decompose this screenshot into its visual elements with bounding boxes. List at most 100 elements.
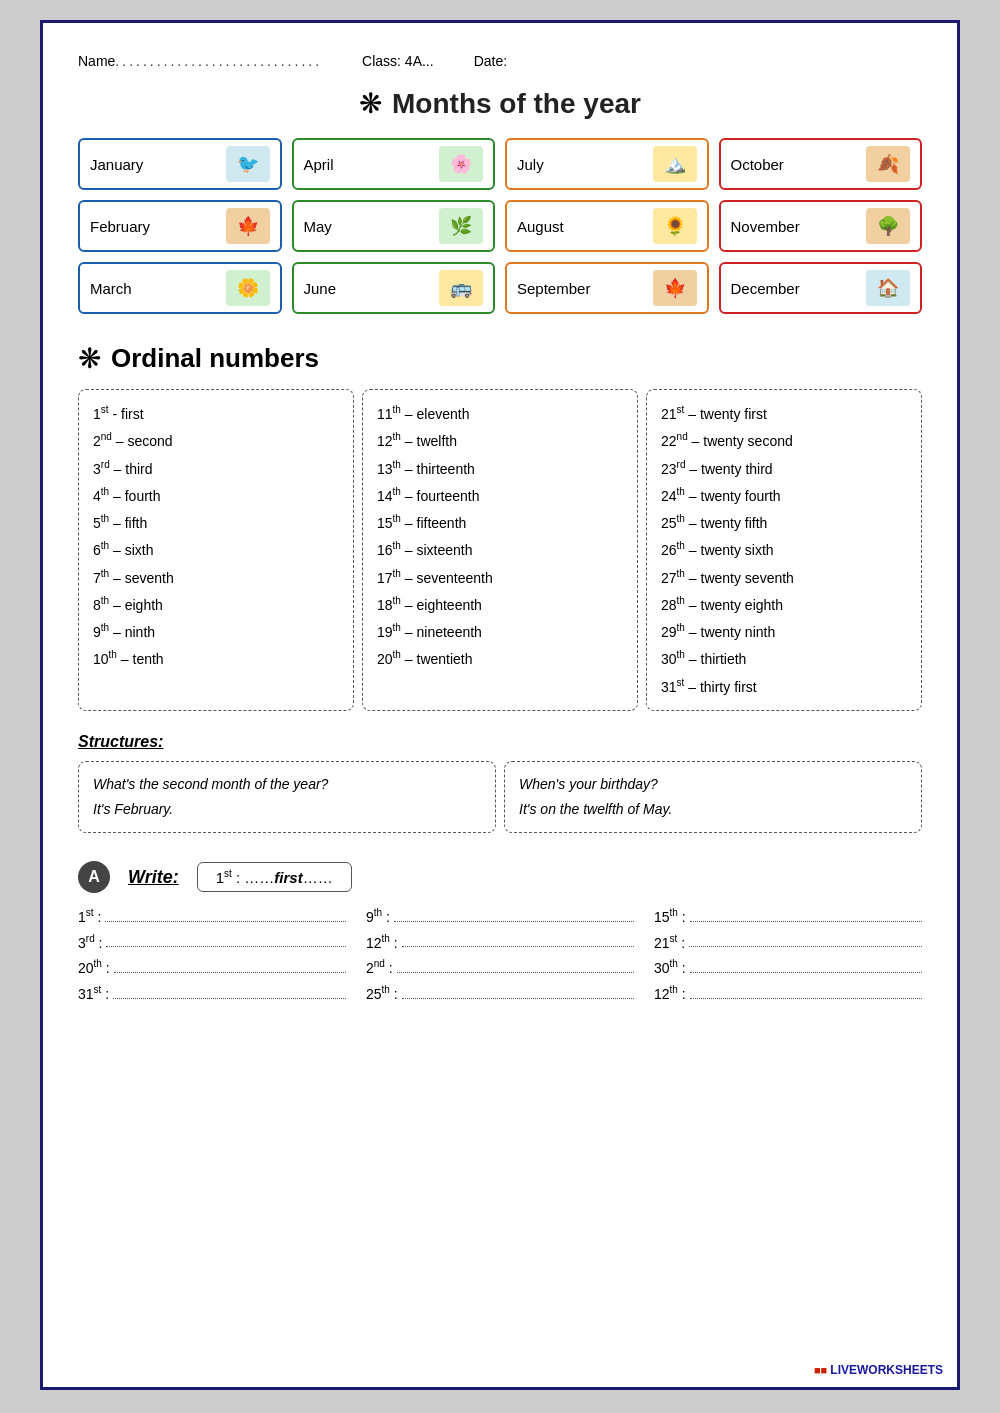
ordinal-item: 30th – thirtieth xyxy=(661,645,907,672)
ordinal-col-3: 21st – twenty first 22nd – twenty second… xyxy=(646,389,922,711)
month-name: March xyxy=(90,280,132,297)
months-grid: January 🐦 April 🌸 July 🏔️ October 🍂 Febr… xyxy=(78,138,922,314)
month-september: September 🍁 xyxy=(505,262,709,314)
month-image: 🍁 xyxy=(653,270,697,306)
ordinal-item: 24th – twenty fourth xyxy=(661,482,907,509)
months-title-row: ❋ Months of the year xyxy=(78,87,922,120)
month-april: April 🌸 xyxy=(292,138,496,190)
write-col-1: 1st : 3rd : 20th : 31st : xyxy=(78,907,346,1010)
structures-boxes: What's the second month of the year? It'… xyxy=(78,761,922,833)
ordinal-item: 8th – eighth xyxy=(93,591,339,618)
write-header: A Write: 1st : ……first…… xyxy=(78,861,922,893)
ordinal-item: 23rd – twenty third xyxy=(661,455,907,482)
section-marker: A xyxy=(78,861,110,893)
ordinal-item: 18th – eighteenth xyxy=(377,591,623,618)
structures-label: Structures: xyxy=(78,733,922,751)
struct2-question: When's your birthday? xyxy=(519,772,907,797)
ordinal-item: 6th – sixth xyxy=(93,536,339,563)
month-june: June 🚌 xyxy=(292,262,496,314)
month-november: November 🌳 xyxy=(719,200,923,252)
write-rows: 1st : 3rd : 20th : 31st : xyxy=(78,907,922,1010)
write-item: 1st : xyxy=(78,907,346,925)
month-march: March 🌼 xyxy=(78,262,282,314)
ordinal-title: Ordinal numbers xyxy=(111,343,319,374)
class-label: Class: 4A... xyxy=(362,53,434,69)
write-item: 21st : xyxy=(654,933,922,951)
structure-box-2: When's your birthday? It's on the twelft… xyxy=(504,761,922,833)
ordinal-item: 31st – thirty first xyxy=(661,673,907,700)
struct1-question: What's the second month of the year? xyxy=(93,772,481,797)
ordinal-item: 4th – fourth xyxy=(93,482,339,509)
month-image: 🍂 xyxy=(866,146,910,182)
struct1-answer: It's February. xyxy=(93,797,481,822)
month-name: September xyxy=(517,280,590,297)
write-item: 25th : xyxy=(366,984,634,1002)
flower-icon-2: ❋ xyxy=(78,342,101,375)
ordinal-col-2: 11th – eleventh 12th – twelfth 13th – th… xyxy=(362,389,638,711)
month-name: May xyxy=(304,218,332,235)
month-image: 🏔️ xyxy=(653,146,697,182)
month-image: 🌿 xyxy=(439,208,483,244)
ordinal-item: 1st - first xyxy=(93,400,339,427)
month-name: February xyxy=(90,218,150,235)
month-february: February 🍁 xyxy=(78,200,282,252)
ordinal-col-1: 1st - first 2nd – second 3rd – third 4th… xyxy=(78,389,354,711)
ordinal-grid: 1st - first 2nd – second 3rd – third 4th… xyxy=(78,389,922,711)
ordinal-item: 26th – twenty sixth xyxy=(661,536,907,563)
flower-icon: ❋ xyxy=(359,87,382,120)
write-item: 3rd : xyxy=(78,933,346,951)
month-name: April xyxy=(304,156,334,173)
month-october: October 🍂 xyxy=(719,138,923,190)
month-name: July xyxy=(517,156,544,173)
write-col-2: 9th : 12th : 2nd : 25th : xyxy=(366,907,634,1010)
structure-box-1: What's the second month of the year? It'… xyxy=(78,761,496,833)
ordinal-item: 11th – eleventh xyxy=(377,400,623,427)
month-image: 🌼 xyxy=(226,270,270,306)
month-name: January xyxy=(90,156,143,173)
ordinal-item: 21st – twenty first xyxy=(661,400,907,427)
write-item: 9th : xyxy=(366,907,634,925)
months-title: Months of the year xyxy=(392,88,641,120)
write-item: 30th : xyxy=(654,958,922,976)
month-name: June xyxy=(304,280,337,297)
write-item: 2nd : xyxy=(366,958,634,976)
example-box: 1st : ……first…… xyxy=(197,862,352,892)
lw-logo: ■■ LIVEWORKSHEETS xyxy=(814,1363,943,1377)
month-image: 🌻 xyxy=(653,208,697,244)
ordinal-item: 27th – twenty seventh xyxy=(661,564,907,591)
struct2-answer: It's on the twelfth of May. xyxy=(519,797,907,822)
ordinal-item: 15th – fifteenth xyxy=(377,509,623,536)
write-col-3: 15th : 21st : 30th : 12th : xyxy=(654,907,922,1010)
month-name: November xyxy=(731,218,800,235)
ordinal-item: 25th – twenty fifth xyxy=(661,509,907,536)
date-label: Date: xyxy=(474,53,507,69)
write-item: 31st : xyxy=(78,984,346,1002)
month-image: 🚌 xyxy=(439,270,483,306)
ordinal-item: 2nd – second xyxy=(93,427,339,454)
month-image: 🌳 xyxy=(866,208,910,244)
ordinal-item: 20th – twentieth xyxy=(377,645,623,672)
ordinal-item: 17th – seventeenth xyxy=(377,564,623,591)
month-image: 🏠 xyxy=(866,270,910,306)
ordinal-item: 3rd – third xyxy=(93,455,339,482)
month-may: May 🌿 xyxy=(292,200,496,252)
footer: ■■ LIVEWORKSHEETS xyxy=(814,1363,943,1377)
month-image: 🍁 xyxy=(226,208,270,244)
write-item: 12th : xyxy=(366,933,634,951)
ordinal-item: 10th – tenth xyxy=(93,645,339,672)
ordinal-item: 16th – sixteenth xyxy=(377,536,623,563)
ordinal-item: 28th – twenty eighth xyxy=(661,591,907,618)
month-image: 🌸 xyxy=(439,146,483,182)
ordinal-item: 29th – twenty ninth xyxy=(661,618,907,645)
ordinal-item: 13th – thirteenth xyxy=(377,455,623,482)
ordinal-item: 7th – seventh xyxy=(93,564,339,591)
ordinal-item: 12th – twelfth xyxy=(377,427,623,454)
header: Name.............................. Class… xyxy=(78,53,922,69)
month-january: January 🐦 xyxy=(78,138,282,190)
ordinal-item: 9th – ninth xyxy=(93,618,339,645)
name-label: Name.............................. xyxy=(78,53,322,69)
month-august: August 🌻 xyxy=(505,200,709,252)
write-section: A Write: 1st : ……first…… 1st : 3rd : 20t… xyxy=(78,861,922,1010)
ordinal-item: 5th – fifth xyxy=(93,509,339,536)
month-july: July 🏔️ xyxy=(505,138,709,190)
